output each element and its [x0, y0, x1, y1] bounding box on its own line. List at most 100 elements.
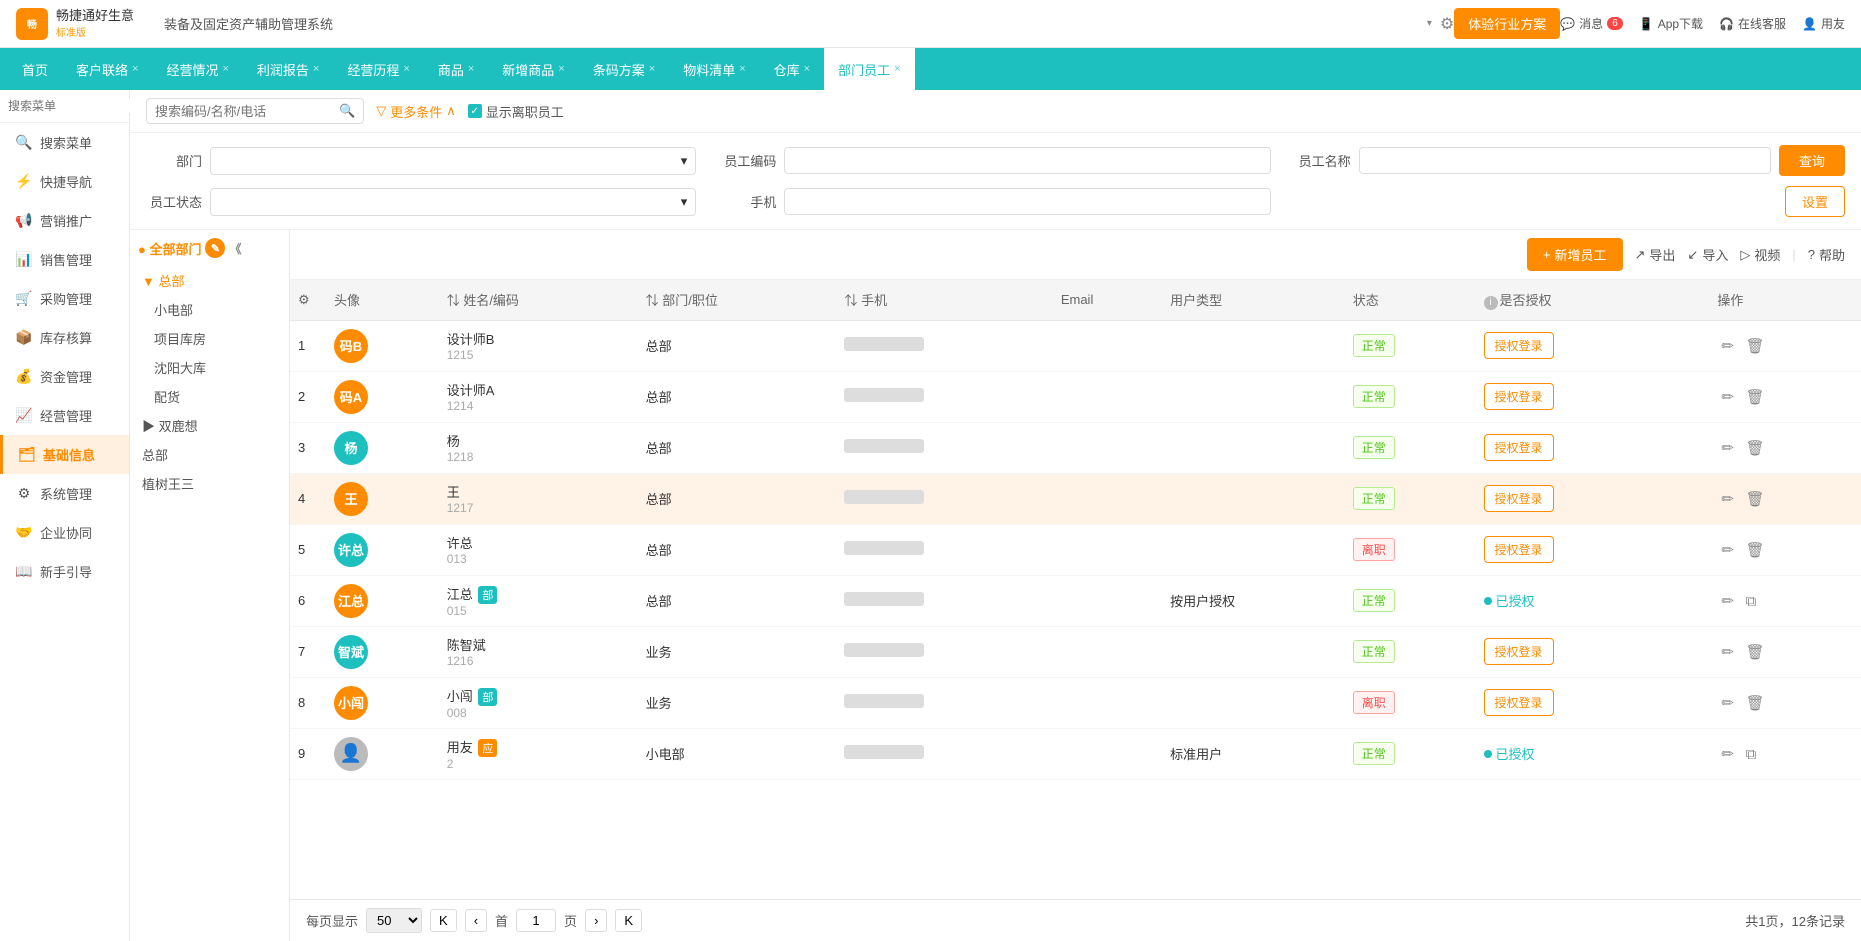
- online-service-btn[interactable]: 🎧 在线客服: [1719, 15, 1786, 32]
- nav-close-icon[interactable]: ×: [804, 63, 810, 75]
- nav-profit[interactable]: 利润报告 ×: [243, 48, 333, 90]
- sidebar-item-sales[interactable]: 📊销售管理: [0, 240, 129, 279]
- col-name-code[interactable]: ⇅ 姓名/编码: [439, 280, 638, 320]
- edit-button[interactable]: ✏: [1717, 590, 1738, 612]
- edit-button[interactable]: ✏: [1717, 335, 1738, 357]
- tree-item-small-electric[interactable]: 小电部: [138, 295, 281, 324]
- add-employee-button[interactable]: + 新增员工: [1527, 238, 1623, 271]
- copy-button[interactable]: ⧉: [1742, 591, 1761, 612]
- delete-button[interactable]: 🗑: [1742, 539, 1769, 561]
- auth-login-button[interactable]: 授权登录: [1484, 536, 1554, 563]
- nav-close-icon[interactable]: ×: [313, 63, 319, 75]
- try-btn[interactable]: 体验行业方案: [1454, 8, 1560, 39]
- auth-login-button[interactable]: 授权登录: [1484, 434, 1554, 461]
- page-size-select[interactable]: 50 20 100: [366, 908, 422, 933]
- search-submit-icon[interactable]: 🔍: [339, 103, 355, 119]
- copy-button[interactable]: ⧉: [1742, 744, 1761, 765]
- sidebar-item-search[interactable]: 🔍搜索菜单: [0, 123, 129, 162]
- sidebar-item-purchase[interactable]: 🛒采购管理: [0, 279, 129, 318]
- auth-login-button[interactable]: 授权登录: [1484, 485, 1554, 512]
- edit-button[interactable]: ✏: [1717, 386, 1738, 408]
- delete-button[interactable]: 🗑: [1742, 488, 1769, 510]
- checkbox-resigned[interactable]: ✓: [468, 104, 482, 118]
- sidebar-item-guide[interactable]: 📖新手引导: [0, 552, 129, 591]
- video-button[interactable]: ▷ 视频: [1740, 245, 1780, 264]
- edit-button[interactable]: ✏: [1717, 539, 1738, 561]
- tree-item-distribution[interactable]: 配货: [138, 382, 281, 411]
- settings-gear-icon[interactable]: ⚙: [1440, 14, 1454, 34]
- nav-history[interactable]: 经营历程 ×: [333, 48, 423, 90]
- emp-status-select[interactable]: ▾: [210, 188, 696, 216]
- query-button[interactable]: 查询: [1779, 145, 1845, 176]
- nav-close-icon[interactable]: ×: [558, 63, 564, 75]
- nav-barcode[interactable]: 条码方案 ×: [579, 48, 669, 90]
- nav-close-icon[interactable]: ×: [403, 63, 409, 75]
- user-btn[interactable]: 👤 用友: [1802, 15, 1845, 32]
- help-button[interactable]: ? 帮助: [1808, 245, 1845, 264]
- dept-collapse-icon[interactable]: 《: [229, 240, 241, 257]
- tree-item-hq[interactable]: 总部: [138, 440, 281, 469]
- first-page-btn[interactable]: K: [430, 909, 457, 932]
- tree-item-project-storage[interactable]: 项目库房: [138, 324, 281, 353]
- emp-name-input[interactable]: [1359, 147, 1771, 174]
- nav-close-icon[interactable]: ×: [132, 63, 138, 75]
- phone-input[interactable]: [784, 188, 1270, 215]
- app-download-btn[interactable]: 📱 App下载: [1639, 15, 1703, 32]
- next-page-btn[interactable]: ›: [585, 909, 607, 932]
- export-button[interactable]: ↗ 导出: [1635, 245, 1676, 264]
- edit-button[interactable]: ✏: [1717, 692, 1738, 714]
- delete-button[interactable]: 🗑: [1742, 692, 1769, 714]
- sidebar-item-marketing[interactable]: 📢营销推广: [0, 201, 129, 240]
- nav-goods[interactable]: 商品 ×: [424, 48, 488, 90]
- sidebar-item-collab[interactable]: 🤝企业协同: [0, 513, 129, 552]
- last-page-btn[interactable]: K: [615, 909, 642, 932]
- nav-close-icon[interactable]: ×: [222, 63, 228, 75]
- edit-button[interactable]: ✏: [1717, 641, 1738, 663]
- tree-item-headquarters[interactable]: ▼ 总部: [138, 266, 281, 295]
- sidebar-item-nav[interactable]: ⚡快捷导航: [0, 162, 129, 201]
- col-dept-position[interactable]: ⇅ 部门/职位: [638, 280, 837, 320]
- auth-login-button[interactable]: 授权登录: [1484, 638, 1554, 665]
- tree-item-shenyang[interactable]: 沈阳大库: [138, 353, 281, 382]
- delete-button[interactable]: 🗑: [1742, 437, 1769, 459]
- delete-button[interactable]: 🗑: [1742, 335, 1769, 357]
- nav-close-icon[interactable]: ×: [468, 63, 474, 75]
- tree-item-double-deer[interactable]: ▶ 双鹿想: [138, 411, 281, 440]
- nav-operation[interactable]: 经营情况 ×: [152, 48, 242, 90]
- tree-item-plant-king[interactable]: 植树王三: [138, 469, 281, 498]
- sidebar-item-system[interactable]: ⚙系统管理: [0, 474, 129, 513]
- nav-add-goods[interactable]: 新增商品 ×: [488, 48, 578, 90]
- auth-login-button[interactable]: 授权登录: [1484, 689, 1554, 716]
- system-dropdown-icon[interactable]: ▾: [1427, 18, 1432, 29]
- delete-button[interactable]: 🗑: [1742, 641, 1769, 663]
- nav-close-icon[interactable]: ×: [739, 63, 745, 75]
- dept-edit-icon[interactable]: ✎: [205, 238, 225, 258]
- search-code-name-phone[interactable]: [155, 104, 335, 119]
- delete-button[interactable]: 🗑: [1742, 386, 1769, 408]
- nav-dept-staff[interactable]: 部门员工 ×: [824, 48, 914, 90]
- set-button[interactable]: 设置: [1785, 186, 1845, 217]
- col-settings-icon[interactable]: ⚙: [298, 292, 310, 307]
- emp-code-input[interactable]: [784, 147, 1270, 174]
- show-resigned-toggle[interactable]: ✓ 显示离职员工: [468, 102, 564, 121]
- sidebar-item-inventory[interactable]: 📦库存核算: [0, 318, 129, 357]
- edit-button[interactable]: ✏: [1717, 743, 1738, 765]
- edit-button[interactable]: ✏: [1717, 488, 1738, 510]
- sidebar-item-base-info[interactable]: 🗂基础信息: [0, 435, 129, 474]
- page-number-input[interactable]: [516, 909, 556, 932]
- nav-bom[interactable]: 物料清单 ×: [669, 48, 759, 90]
- sidebar-item-business[interactable]: 📈经营管理: [0, 396, 129, 435]
- nav-close-active-icon[interactable]: ×: [894, 63, 900, 75]
- nav-home[interactable]: 首页: [8, 48, 62, 90]
- message-btn[interactable]: 💬 消息 6: [1560, 15, 1623, 32]
- nav-warehouse[interactable]: 仓库 ×: [760, 48, 824, 90]
- auth-login-button[interactable]: 授权登录: [1484, 332, 1554, 359]
- edit-button[interactable]: ✏: [1717, 437, 1738, 459]
- auth-login-button[interactable]: 授权登录: [1484, 383, 1554, 410]
- nav-close-icon[interactable]: ×: [649, 63, 655, 75]
- col-phone[interactable]: ⇅ 手机: [836, 280, 1052, 320]
- sidebar-item-finance[interactable]: 💰资金管理: [0, 357, 129, 396]
- import-button[interactable]: ↙ 导入: [1687, 245, 1728, 264]
- more-filter-btn[interactable]: ▽ 更多条件 ∧: [376, 102, 456, 121]
- dept-select[interactable]: ▾: [210, 147, 696, 175]
